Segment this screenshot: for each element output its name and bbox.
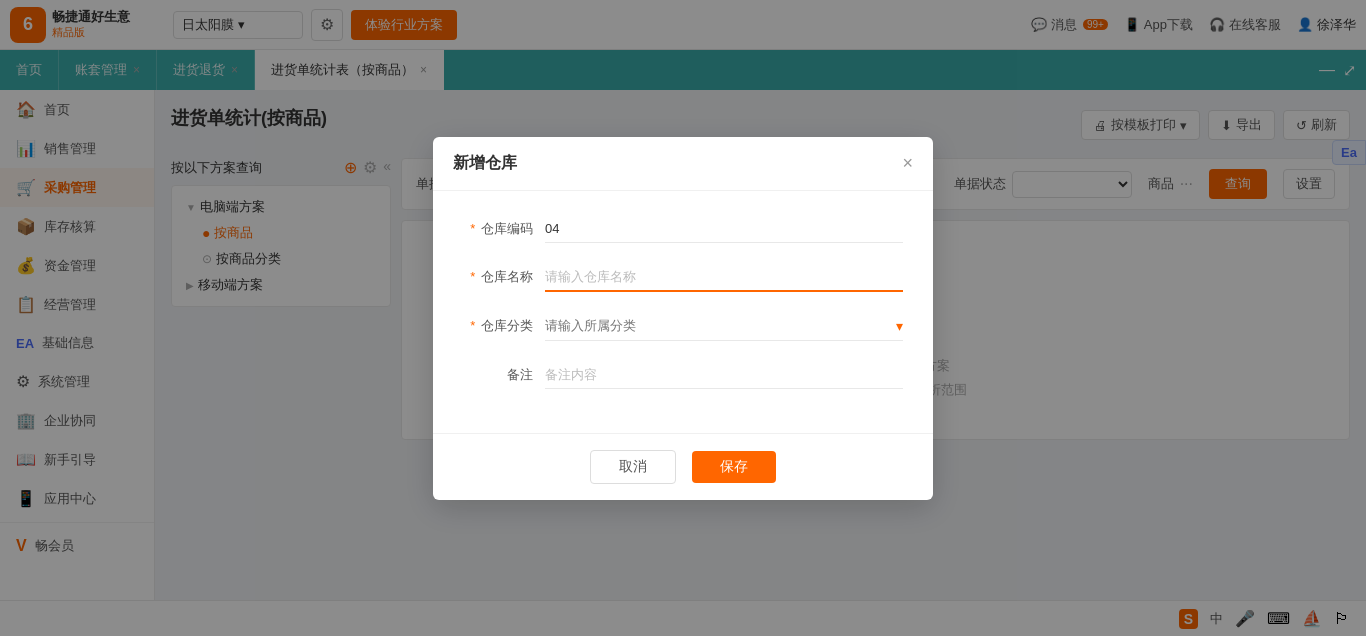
warehouse-code-input[interactable] — [545, 215, 903, 243]
dialog-title: 新增仓库 — [453, 153, 517, 174]
dialog-footer: 取消 保存 — [433, 433, 933, 500]
cancel-button[interactable]: 取消 — [590, 450, 676, 484]
warehouse-category-input[interactable] — [545, 318, 896, 333]
required-star-code: * — [470, 221, 475, 236]
dialog-header: 新增仓库 × — [433, 137, 933, 191]
select-arrow-icon: ▾ — [896, 318, 903, 334]
remark-input[interactable] — [545, 361, 903, 389]
warehouse-name-input[interactable] — [545, 263, 903, 292]
form-row-category: * 仓库分类 ▾ — [463, 312, 903, 341]
form-name-label: * 仓库名称 — [463, 268, 533, 286]
dialog-body: * 仓库编码 * 仓库名称 * 仓库分类 — [433, 191, 933, 433]
form-code-label: * 仓库编码 — [463, 220, 533, 238]
dialog-new-warehouse: 新增仓库 × * 仓库编码 * 仓库名称 — [433, 137, 933, 500]
form-row-remark: 备注 — [463, 361, 903, 389]
save-button[interactable]: 保存 — [692, 451, 776, 483]
modal-overlay[interactable]: 新增仓库 × * 仓库编码 * 仓库名称 — [0, 0, 1366, 636]
form-category-label: * 仓库分类 — [463, 317, 533, 335]
form-remark-label: 备注 — [463, 366, 533, 384]
required-star-name: * — [470, 269, 475, 284]
form-row-name: * 仓库名称 — [463, 263, 903, 292]
dialog-close-icon[interactable]: × — [902, 153, 913, 174]
required-star-category: * — [470, 318, 475, 333]
warehouse-category-select[interactable]: ▾ — [545, 312, 903, 341]
form-row-code: * 仓库编码 — [463, 215, 903, 243]
